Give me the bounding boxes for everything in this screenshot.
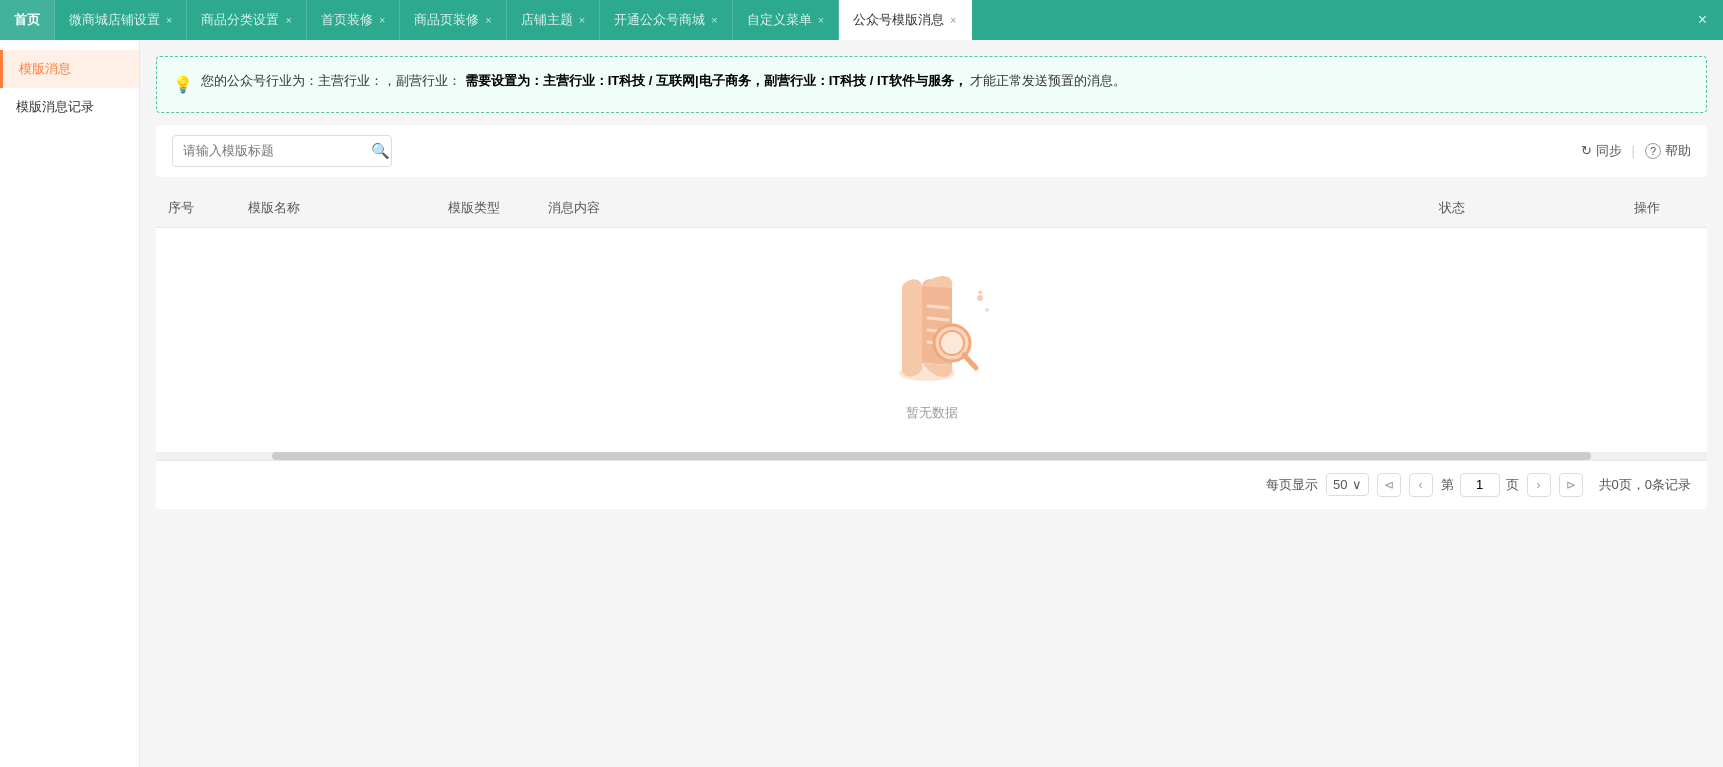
sync-label: 同步 [1596,142,1622,160]
close-tab-shop-theme[interactable]: × [579,14,585,26]
first-page-button[interactable]: ⊲ [1377,473,1401,497]
close-tab-shop-setting[interactable]: × [166,14,172,26]
top-nav: 首页微商城店铺设置 ×商品分类设置 ×首页装修 ×商品页装修 ×店铺主题 ×开通… [0,0,1723,40]
page-input-wrap: 第 页 [1441,473,1519,497]
pagination: 每页显示 50 ∨ ⊲ ‹ 第 页 › ⊳ 共0页，0条记录 [156,460,1707,509]
nav-close-all[interactable]: × [1682,11,1723,29]
prev-page-button[interactable]: ‹ [1409,473,1433,497]
content-area: 💡 您的公众号行业为：主营行业：，副营行业： 需要设置为：主营行业：IT科技 /… [140,40,1723,767]
help-icon: ? [1645,143,1661,159]
page-number-input[interactable] [1460,473,1500,497]
app-root: 首页微商城店铺设置 ×商品分类设置 ×首页装修 ×商品页装修 ×店铺主题 ×开通… [0,0,1723,767]
help-button[interactable]: ? 帮助 [1645,142,1691,160]
notice-icon: 💡 [173,72,193,98]
main-layout: 模版消息模版消息记录 💡 您的公众号行业为：主营行业：，副营行业： 需要设置为：… [0,40,1723,767]
notice-box: 💡 您的公众号行业为：主营行业：，副营行业： 需要设置为：主营行业：IT科技 /… [156,56,1707,113]
total-info: 共0页，0条记录 [1599,476,1691,494]
sync-button[interactable]: ↻ 同步 [1581,142,1622,160]
nav-tab-shop-setting[interactable]: 微商城店铺设置 × [55,0,187,40]
close-tab-home-decor[interactable]: × [379,14,385,26]
sync-icon: ↻ [1581,143,1592,158]
search-input[interactable] [173,137,361,164]
th-name: 模版名称 [236,199,436,217]
close-tab-open-mall[interactable]: × [711,14,717,26]
svg-line-2 [928,318,948,320]
table-wrap: 序号 模版名称 模版类型 消息内容 状态 操作 [156,189,1707,509]
empty-text: 暂无数据 [906,404,958,422]
svg-point-6 [940,331,964,355]
nav-tab-template-msg[interactable]: 公众号模版消息 × [839,0,971,40]
help-label: 帮助 [1665,142,1691,160]
page-size-label: 每页显示 [1266,476,1318,494]
th-type: 模版类型 [436,199,536,217]
nav-tab-shop-theme[interactable]: 店铺主题 × [507,0,600,40]
nav-tab-custom-menu[interactable]: 自定义菜单 × [733,0,839,40]
notice-suffix: 才能正常发送预置的消息。 [970,73,1126,88]
notice-content: 您的公众号行业为：主营行业：，副营行业： 需要设置为：主营行业：IT科技 / 互… [201,71,1126,92]
table-header: 序号 模版名称 模版类型 消息内容 状态 操作 [156,189,1707,228]
page-size-chevron-icon: ∨ [1352,477,1362,492]
sidebar: 模版消息模版消息记录 [0,40,140,767]
scroll-bar-wrap[interactable] [156,452,1707,460]
th-content: 消息内容 [536,199,1427,217]
sidebar-item-template-msg-log[interactable]: 模版消息记录 [0,88,139,126]
nav-tab-home-decor[interactable]: 首页装修 × [307,0,400,40]
nav-tab-home[interactable]: 首页 [0,0,55,40]
nav-tab-product-decor[interactable]: 商品页装修 × [400,0,506,40]
svg-line-1 [928,306,948,308]
page-suffix: 页 [1506,476,1519,494]
sidebar-item-template-msg[interactable]: 模版消息 [0,50,139,88]
empty-illustration: ✦ [872,268,992,388]
notice-prefix: 您的公众号行业为：主营行业：，副营行业： [201,73,461,88]
th-no: 序号 [156,199,236,217]
close-tab-product-decor[interactable]: × [485,14,491,26]
close-tab-template-msg[interactable]: × [950,14,956,26]
th-action: 操作 [1587,199,1707,217]
svg-text:✦: ✦ [976,287,984,298]
svg-line-7 [964,355,976,368]
page-size-value: 50 [1333,477,1347,492]
search-button[interactable]: 🔍 [361,136,392,166]
close-tab-custom-menu[interactable]: × [818,14,824,26]
toolbar-right: ↻ 同步 | ? 帮助 [1581,142,1691,160]
nav-tab-category-setting[interactable]: 商品分类设置 × [187,0,306,40]
last-page-button[interactable]: ⊳ [1559,473,1583,497]
next-page-button[interactable]: › [1527,473,1551,497]
svg-point-9 [985,308,989,312]
toolbar-divider: | [1632,143,1635,158]
page-size-select[interactable]: 50 ∨ [1326,473,1368,496]
scroll-bar-thumb [272,452,1590,460]
search-input-wrap: 🔍 [172,135,392,167]
nav-tab-open-mall[interactable]: 开通公众号商城 × [600,0,732,40]
th-status: 状态 [1427,199,1587,217]
close-tab-category-setting[interactable]: × [285,14,291,26]
search-bar: 🔍 ↻ 同步 | ? 帮助 [156,125,1707,177]
page-label: 第 [1441,476,1454,494]
empty-state: ✦ 暂无数据 [156,228,1707,452]
notice-highlight: 需要设置为：主营行业：IT科技 / 互联网|电子商务，副营行业：IT科技 / I… [465,73,967,88]
